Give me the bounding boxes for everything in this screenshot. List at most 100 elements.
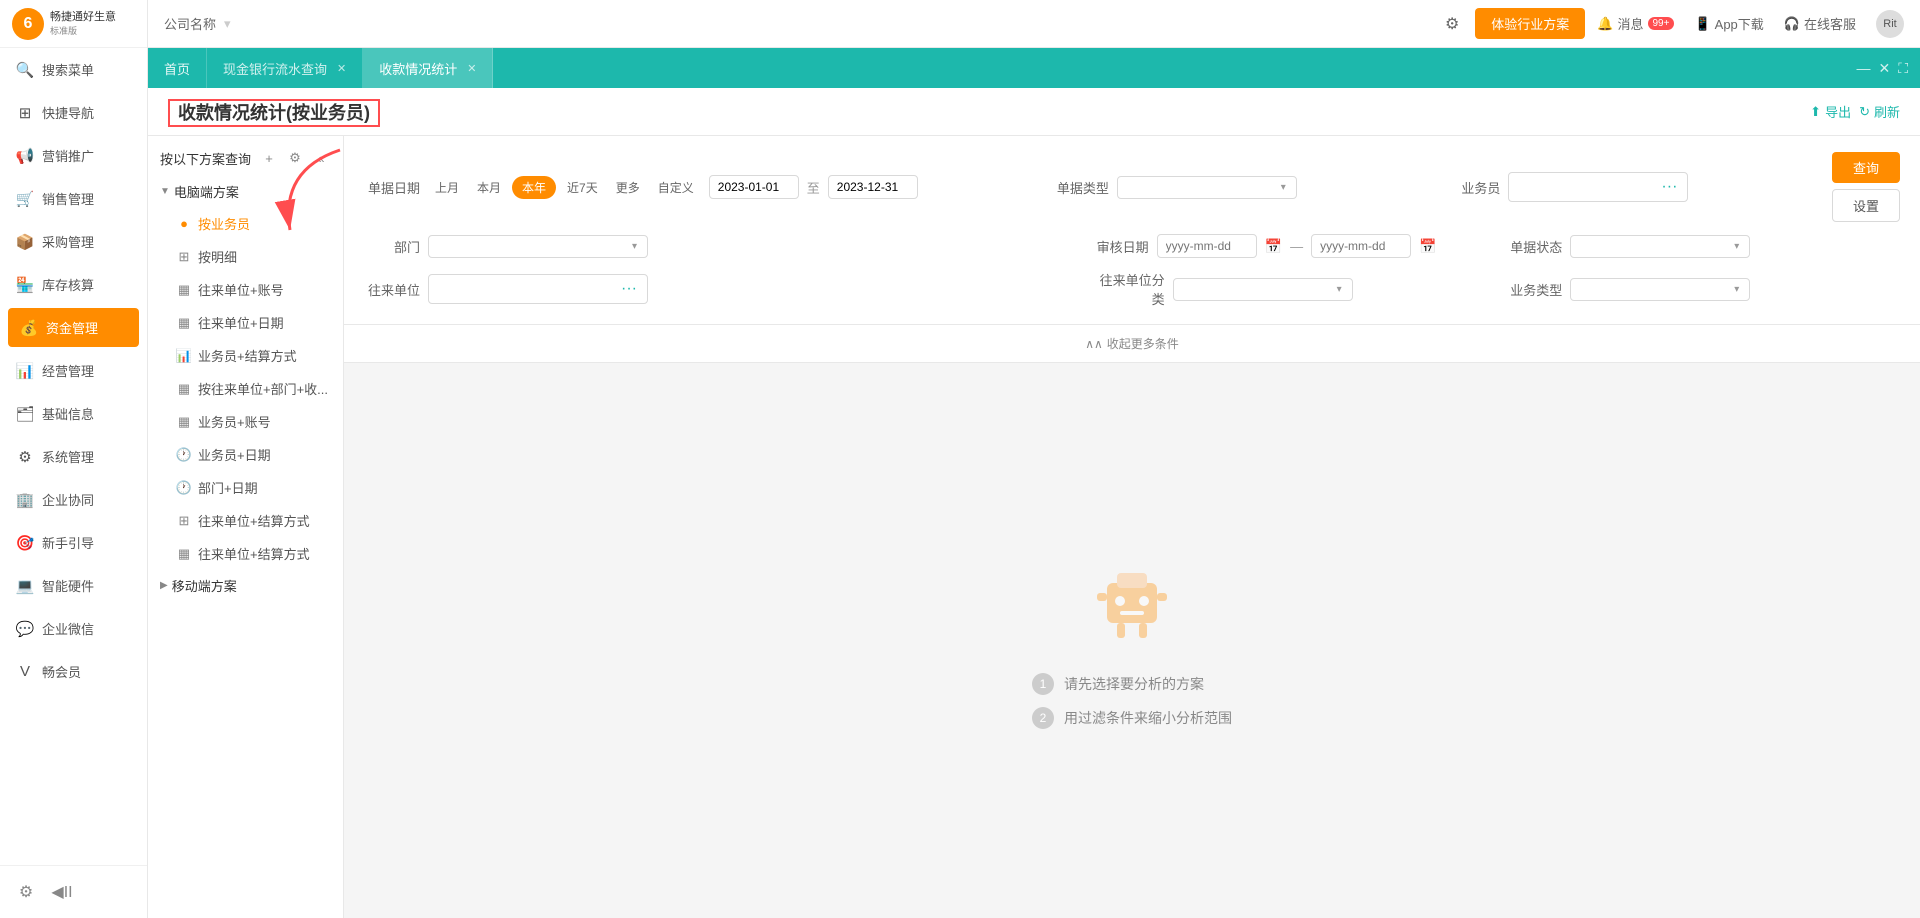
tab-bank[interactable]: 现金银行流水查询 ✕ [207, 48, 363, 88]
date-tab-this-year[interactable]: 本年 [512, 176, 556, 199]
close-window-icon[interactable]: ✕ [1878, 60, 1890, 77]
refresh-button[interactable]: ↻ 刷新 [1859, 102, 1900, 121]
gear-icon[interactable]: ⚙ [1445, 14, 1459, 34]
sidebar-item-member[interactable]: V 畅会员 [0, 650, 147, 693]
window-buttons: — ✕ ⛶ [1844, 60, 1920, 77]
scheme-item-salesman-account[interactable]: ▦ 业务员+账号 [148, 405, 343, 438]
counterpart-label: 往来单位 [364, 280, 420, 299]
sidebar-item-basic[interactable]: 🗂 基础信息 [0, 392, 147, 435]
scheme-group-mobile-title[interactable]: ▶ 移动端方案 [148, 570, 343, 601]
chat-icon: 💬 [16, 620, 34, 638]
scheme-item-by-detail[interactable]: ⊞ 按明细 [148, 240, 343, 273]
sidebar-item-sales[interactable]: 🛒 销售管理 [0, 177, 147, 220]
sidebar-item-finance[interactable]: 💰 资金管理 [8, 308, 139, 347]
clock-scheme-icon: 🕐 [176, 447, 192, 463]
app-download-label: App下载 [1715, 14, 1764, 33]
settings-bottom-icon[interactable]: ⚙ [12, 878, 40, 906]
tab-receipt[interactable]: 收款情况统计 ✕ [363, 48, 493, 88]
counterpart-select[interactable]: ··· [428, 274, 648, 304]
scheme-group-pc-title[interactable]: ▼ 电脑端方案 [148, 176, 343, 207]
sidebar-item-operations[interactable]: 📊 经营管理 [0, 349, 147, 392]
review-date-from-input[interactable] [1157, 234, 1257, 258]
scheme-item-counterpart-settle1[interactable]: ⊞ 往来单位+结算方式 [148, 504, 343, 537]
export-label: 导出 [1825, 102, 1851, 121]
query-button[interactable]: 查询 [1832, 152, 1900, 183]
date-tab-last-month[interactable]: 上月 [428, 176, 466, 199]
export-button[interactable]: ⬆ 导出 [1810, 102, 1851, 121]
header-actions: ⚙ 体验行业方案 [1445, 8, 1585, 39]
counterpart-cat-select[interactable]: ▾ [1173, 278, 1353, 301]
collapse-sidebar-icon[interactable]: ◀II [48, 878, 76, 906]
step-1-number: 1 [1032, 673, 1054, 695]
sidebar-item-label: 资金管理 [46, 318, 98, 337]
tab-receipt-label: 收款情况统计 [379, 59, 457, 78]
online-service-area[interactable]: 🎧 在线客服 [1784, 14, 1856, 33]
voucher-type-select[interactable]: ▾ [1117, 176, 1297, 199]
filter-item-review-date: 审核日期 📅 — 📅 [1093, 234, 1487, 258]
sidebar-item-purchase[interactable]: 📦 采购管理 [0, 220, 147, 263]
more-counterpart-icon[interactable]: ··· [621, 280, 637, 298]
user-avatar[interactable]: Rit [1876, 10, 1904, 38]
business-type-select[interactable]: ▾ [1570, 278, 1750, 301]
sidebar-item-label: 营销推广 [42, 146, 94, 165]
scheme-item-label: 按业务员 [198, 214, 250, 233]
filter-item-voucher-type: 单据类型 ▾ [1053, 176, 1425, 199]
maximize-icon[interactable]: ⛶ [1898, 60, 1908, 77]
add-scheme-icon[interactable]: + [259, 148, 279, 168]
sidebar-item-marketing[interactable]: 📢 营销推广 [0, 134, 147, 177]
sidebar-item-system[interactable]: ⚙ 系统管理 [0, 435, 147, 478]
app-download-area[interactable]: 📱 App下载 [1694, 14, 1763, 33]
date-tab-7days[interactable]: 近7天 [560, 176, 605, 199]
scheme-item-label: 往来单位+结算方式 [198, 511, 310, 530]
scheme-item-counterpart-account[interactable]: ▦ 往来单位+账号 [148, 273, 343, 306]
scheme-settings-icon[interactable]: ⚙ [285, 148, 305, 168]
scheme-item-counterpart-settle2[interactable]: ▦ 往来单位+结算方式 [148, 537, 343, 570]
sidebar-item-enterprise[interactable]: 🏢 企业协同 [0, 478, 147, 521]
settings-button[interactable]: 设置 [1832, 189, 1900, 222]
scheme-group-pc-label: 电脑端方案 [174, 182, 239, 201]
scheme-item-salesman-settle[interactable]: 📊 业务员+结算方式 [148, 339, 343, 372]
sidebar-item-label: 企业微信 [42, 619, 94, 638]
sidebar-item-hardware[interactable]: 💻 智能硬件 [0, 564, 147, 607]
sidebar-item-inventory[interactable]: 🏪 库存核算 [0, 263, 147, 306]
expand-arrow-icon: ▼ [160, 186, 170, 197]
filter-item-date: 单据日期 上月 本月 本年 近7天 更多 自定义 至 [364, 175, 1033, 199]
minimize-icon[interactable]: — [1856, 60, 1870, 76]
review-date-label: 审核日期 [1093, 237, 1149, 256]
tab-home[interactable]: 首页 [148, 48, 207, 88]
store-icon: 🏪 [16, 276, 34, 294]
tab-receipt-close-icon[interactable]: ✕ [467, 62, 476, 75]
sidebar-item-wechat[interactable]: 💬 企业微信 [0, 607, 147, 650]
sidebar-item-search[interactable]: 🔍 搜索菜单 [0, 48, 147, 91]
trial-button[interactable]: 体验行业方案 [1475, 8, 1585, 39]
message-area[interactable]: 🔔 消息 99+ [1597, 14, 1674, 33]
date-from-input[interactable] [709, 175, 799, 199]
date-tab-custom[interactable]: 自定义 [651, 176, 701, 199]
scheme-item-by-salesman[interactable]: ● 按业务员 [148, 207, 343, 240]
empty-step-1: 1 请先选择要分析的方案 [1032, 673, 1232, 695]
scheme-item-counterpart-date[interactable]: ▦ 往来单位+日期 [148, 306, 343, 339]
tab-bank-close-icon[interactable]: ✕ [337, 62, 346, 75]
collapse-bar[interactable]: ∧∧ 收起更多条件 [344, 325, 1920, 363]
tab-bank-label: 现金银行流水查询 [223, 59, 327, 78]
sidebar-item-quicknav[interactable]: ⊞ 快捷导航 [0, 91, 147, 134]
sidebar-item-guide[interactable]: 🎯 新手引导 [0, 521, 147, 564]
dept-select[interactable]: ▾ [428, 235, 648, 258]
date-tab-this-month[interactable]: 本月 [470, 176, 508, 199]
scheme-item-salesman-date[interactable]: 🕐 业务员+日期 [148, 438, 343, 471]
more-salesman-icon[interactable]: ··· [1661, 178, 1677, 196]
date-to-input[interactable] [828, 175, 918, 199]
date-label: 单据日期 [364, 178, 420, 197]
business-type-label: 业务类型 [1506, 280, 1562, 299]
date-tab-more[interactable]: 更多 [609, 176, 647, 199]
scheme-collapse-icon[interactable]: « [311, 148, 331, 168]
logo-area: 6 畅捷通好生意 标准版 [0, 0, 147, 48]
review-date-to-input[interactable] [1311, 234, 1411, 258]
scheme-item-counterpart-dept[interactable]: ▦ 按往来单位+部门+收... [148, 372, 343, 405]
member-icon: V [16, 663, 34, 681]
scheme-item-dept-date[interactable]: 🕐 部门+日期 [148, 471, 343, 504]
filter-item-voucher-status: 单据状态 ▾ [1506, 235, 1900, 258]
voucher-status-select[interactable]: ▾ [1570, 235, 1750, 258]
salesman-select[interactable]: ··· [1508, 172, 1688, 202]
salesman-scheme-icon: ● [176, 216, 192, 232]
